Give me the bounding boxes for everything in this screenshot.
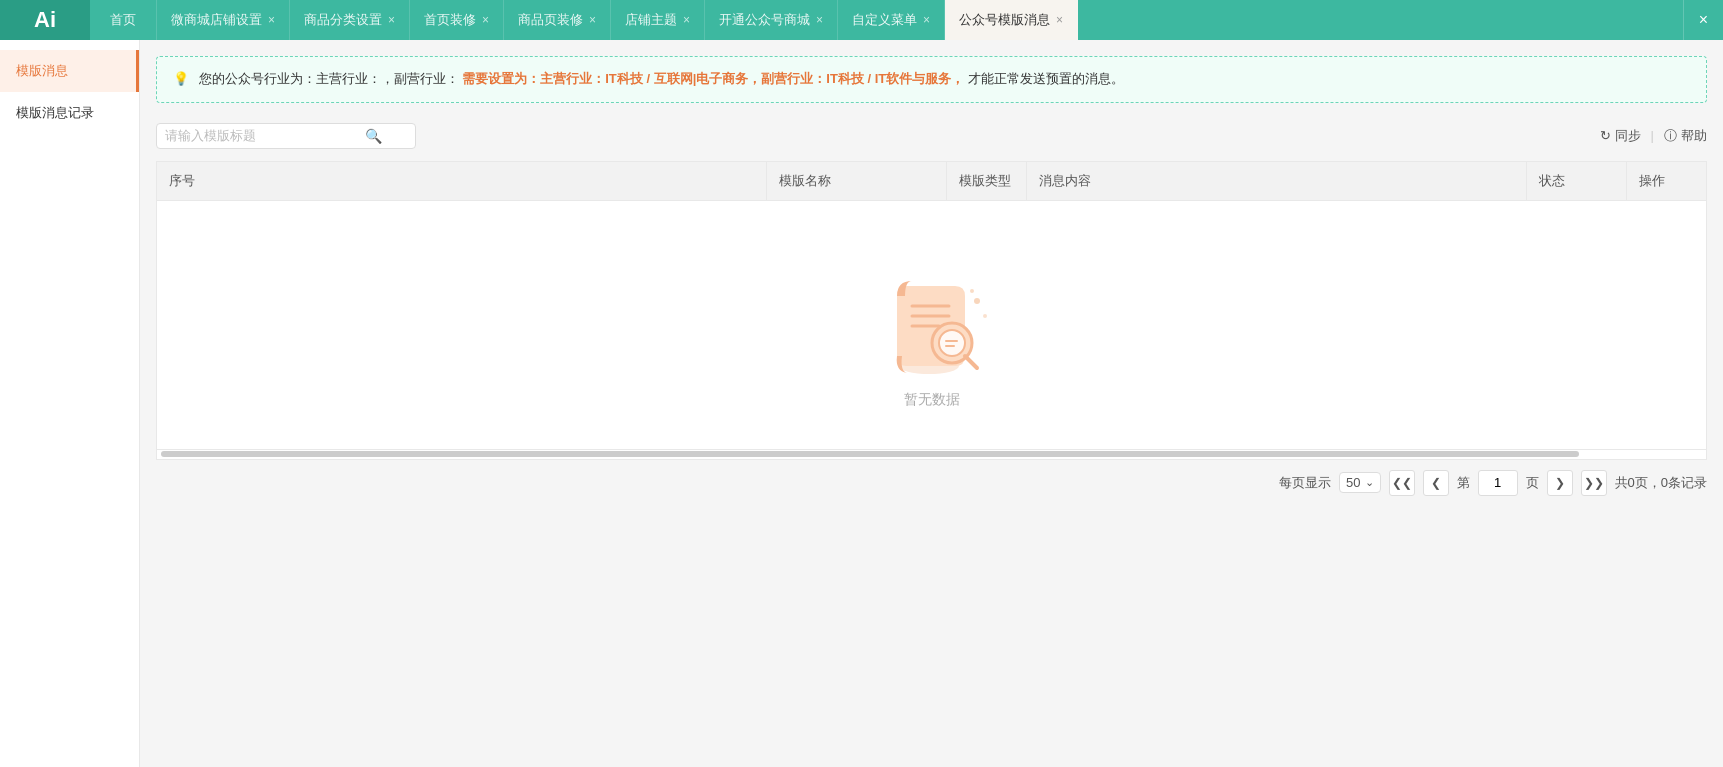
toolbar-right: ↻ 同步 | ⓘ 帮助	[1600, 127, 1707, 145]
tab-open-wechat-close[interactable]: ×	[816, 14, 823, 26]
help-button[interactable]: ⓘ 帮助	[1664, 127, 1707, 145]
tab-shop-theme-close[interactable]: ×	[683, 14, 690, 26]
tab-product-category[interactable]: 商品分类设置 ×	[290, 0, 410, 40]
tab-shop-theme-label: 店铺主题	[625, 11, 677, 29]
tab-open-wechat[interactable]: 开通公众号商城 ×	[705, 0, 838, 40]
chevron-down-icon: ⌄	[1365, 476, 1374, 489]
tab-product-decor[interactable]: 商品页装修 ×	[504, 0, 611, 40]
tab-template-msg[interactable]: 公众号模版消息 ×	[945, 0, 1078, 40]
sidebar-item-template-msg[interactable]: 模版消息	[0, 50, 139, 92]
search-input[interactable]	[165, 128, 365, 143]
logo-text: Ai	[34, 7, 56, 33]
tab-home-decor-label: 首页装修	[424, 11, 476, 29]
col-status: 状态	[1527, 161, 1627, 200]
tab-product-decor-close[interactable]: ×	[589, 14, 596, 26]
notice-box: 💡 您的公众号行业为：主营行业：，副营行业： 需要设置为：主营行业：IT科技 /…	[156, 56, 1707, 103]
main-content: 💡 您的公众号行业为：主营行业：，副营行业： 需要设置为：主营行业：IT科技 /…	[140, 40, 1723, 767]
tab-wechat-shop[interactable]: 微商城店铺设置 ×	[157, 0, 290, 40]
help-icon: ⓘ	[1664, 127, 1677, 145]
nav-tabs: 首页 微商城店铺设置 × 商品分类设置 × 首页装修 × 商品页装修 × 店铺主…	[90, 0, 1683, 40]
search-bar-row: 🔍 ↻ 同步 | ⓘ 帮助	[156, 123, 1707, 149]
sidebar-item-template-log[interactable]: 模版消息记录	[0, 92, 139, 134]
top-nav-bar: Ai 首页 微商城店铺设置 × 商品分类设置 × 首页装修 × 商品页装修 × …	[0, 0, 1723, 40]
tab-home[interactable]: 首页	[90, 0, 157, 40]
pagination-bar: 每页显示 50 ⌄ ❮❮ ❮ 第 页 ❯ ❯❯ 共0页，0条记录	[156, 460, 1707, 506]
toolbar-divider: |	[1651, 128, 1654, 143]
tab-product-category-label: 商品分类设置	[304, 11, 382, 29]
notice-icon: 💡	[173, 71, 189, 86]
svg-point-5	[939, 330, 965, 356]
search-icon[interactable]: 🔍	[365, 128, 382, 144]
page-size-label: 每页显示	[1279, 474, 1331, 492]
empty-illustration	[867, 261, 997, 391]
app-logo: Ai	[0, 0, 90, 40]
sync-button[interactable]: ↻ 同步	[1600, 127, 1641, 145]
svg-point-9	[974, 298, 980, 304]
col-type: 模版类型	[947, 161, 1027, 200]
tab-home-decor-close[interactable]: ×	[482, 14, 489, 26]
search-input-wrap: 🔍	[156, 123, 416, 149]
prev-page-button[interactable]: ❮	[1423, 470, 1449, 496]
page-size-select[interactable]: 50 ⌄	[1339, 472, 1380, 493]
tab-open-wechat-label: 开通公众号商城	[719, 11, 810, 29]
empty-text: 暂无数据	[904, 391, 960, 409]
page-suffix: 页	[1526, 474, 1539, 492]
last-page-button[interactable]: ❯❯	[1581, 470, 1607, 496]
tab-shop-theme[interactable]: 店铺主题 ×	[611, 0, 705, 40]
data-table: 序号 模版名称 模版类型 消息内容 状态 操作	[156, 161, 1707, 450]
tab-home-decor[interactable]: 首页装修 ×	[410, 0, 504, 40]
notice-highlight: 需要设置为：主营行业：IT科技 / 互联网|电子商务，副营行业：IT科技 / I…	[462, 71, 964, 86]
tab-home-label: 首页	[110, 11, 136, 29]
table-header-row: 序号 模版名称 模版类型 消息内容 状态 操作	[157, 161, 1707, 200]
tab-product-decor-label: 商品页装修	[518, 11, 583, 29]
first-page-button[interactable]: ❮❮	[1389, 470, 1415, 496]
tab-template-msg-label: 公众号模版消息	[959, 11, 1050, 29]
table-empty-row: 暂无数据	[157, 200, 1707, 449]
svg-point-10	[983, 314, 987, 318]
global-close-button[interactable]: ×	[1683, 0, 1723, 40]
sync-label: 同步	[1615, 127, 1641, 145]
main-layout: 模版消息 模版消息记录 💡 您的公众号行业为：主营行业：，副营行业： 需要设置为…	[0, 40, 1723, 767]
svg-line-6	[965, 356, 977, 368]
tab-wechat-shop-close[interactable]: ×	[268, 14, 275, 26]
scroll-thumb	[161, 451, 1579, 457]
col-name: 模版名称	[767, 161, 947, 200]
table-scroll-track[interactable]	[156, 450, 1707, 460]
tab-template-msg-close[interactable]: ×	[1056, 14, 1063, 26]
empty-state: 暂无数据	[157, 201, 1706, 449]
col-content: 消息内容	[1027, 161, 1527, 200]
current-page-input[interactable]	[1478, 470, 1518, 496]
sync-icon: ↻	[1600, 128, 1611, 143]
total-info: 共0页，0条记录	[1615, 474, 1707, 492]
notice-prefix: 您的公众号行业为：主营行业：，副营行业：	[199, 71, 459, 86]
tab-custom-menu[interactable]: 自定义菜单 ×	[838, 0, 945, 40]
tab-custom-menu-label: 自定义菜单	[852, 11, 917, 29]
col-index: 序号	[157, 161, 767, 200]
next-page-button[interactable]: ❯	[1547, 470, 1573, 496]
help-label: 帮助	[1681, 127, 1707, 145]
tab-wechat-shop-label: 微商城店铺设置	[171, 11, 262, 29]
col-action: 操作	[1627, 161, 1707, 200]
page-prefix: 第	[1457, 474, 1470, 492]
svg-point-11	[970, 289, 974, 293]
notice-suffix: 才能正常发送预置的消息。	[968, 71, 1124, 86]
page-size-value: 50	[1346, 475, 1360, 490]
sidebar: 模版消息 模版消息记录	[0, 40, 140, 767]
tab-custom-menu-close[interactable]: ×	[923, 14, 930, 26]
tab-product-category-close[interactable]: ×	[388, 14, 395, 26]
